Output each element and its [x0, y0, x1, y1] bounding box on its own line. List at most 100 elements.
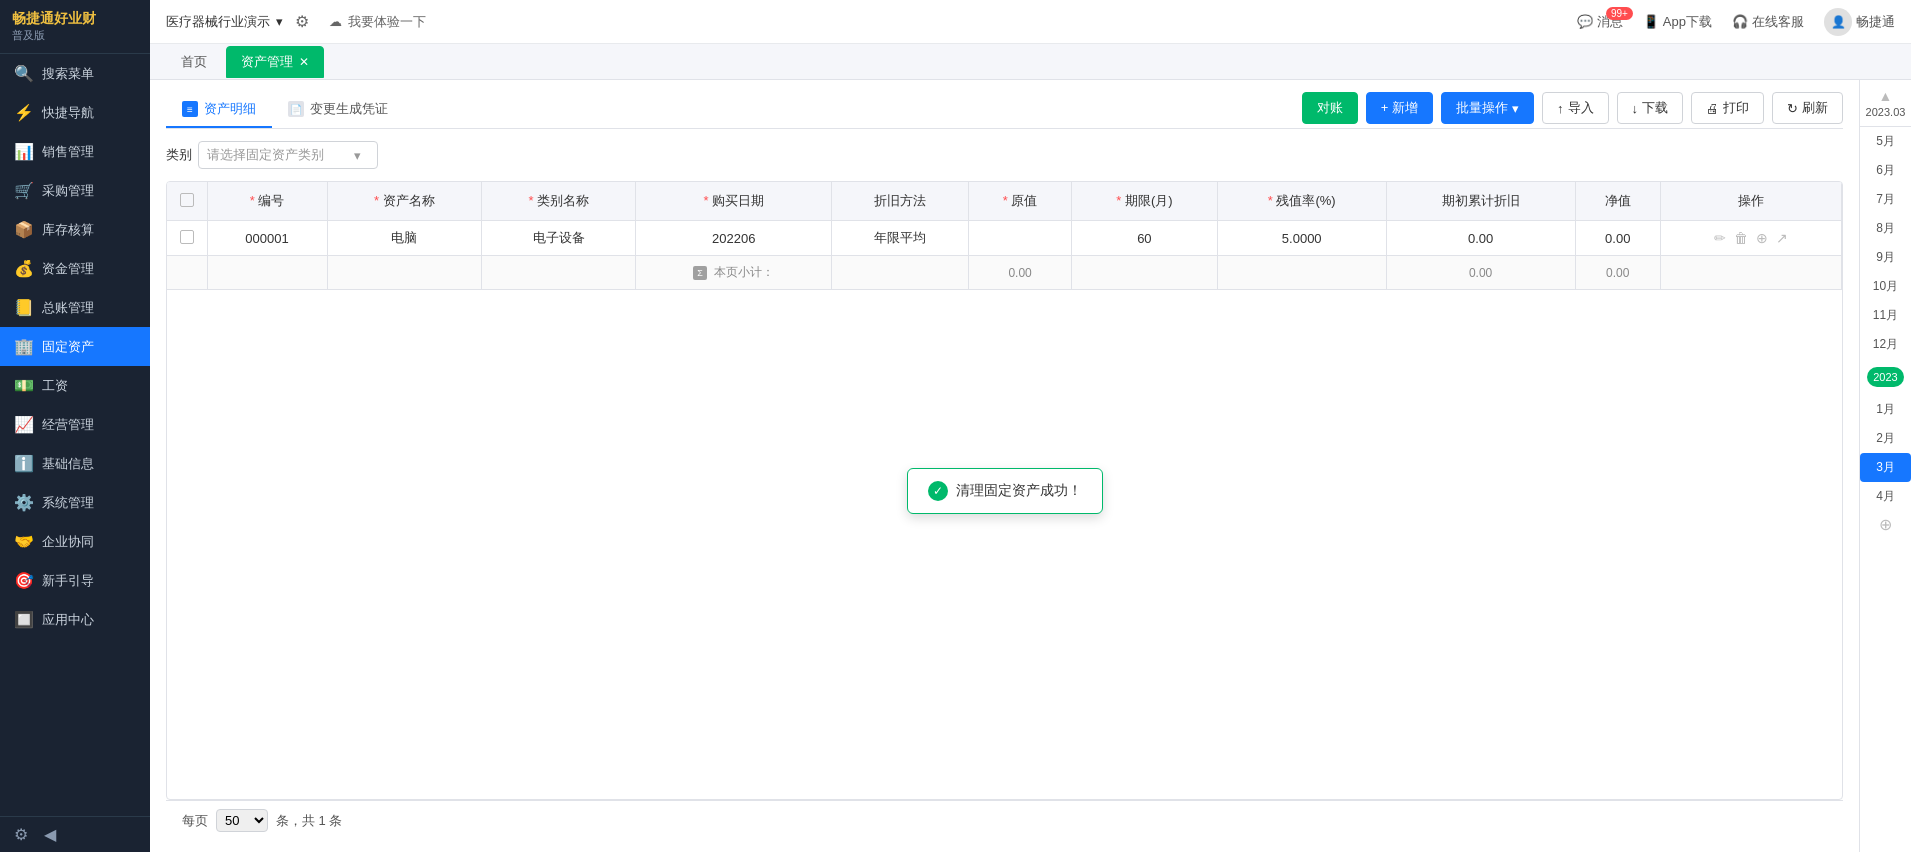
- sidebar-item-finance[interactable]: 💰 资金管理: [0, 249, 150, 288]
- sidebar-item-label: 搜索菜单: [42, 65, 94, 83]
- sub-tab-asset-detail-label: 资产明细: [204, 100, 256, 118]
- print-button[interactable]: 🖨 打印: [1691, 92, 1764, 124]
- tab-asset-management[interactable]: 资产管理 ✕: [226, 46, 324, 78]
- sales-icon: 📊: [14, 142, 34, 161]
- add-button[interactable]: + 新增: [1366, 92, 1433, 124]
- sidebar-item-quicknav[interactable]: ⚡ 快捷导航: [0, 93, 150, 132]
- tab-home-label: 首页: [181, 54, 207, 69]
- topbar-right: 💬 消息 99+ 📱 App下载 🎧 在线客服 👤 畅捷通: [1577, 8, 1895, 36]
- category-filter: 类别 请选择固定资产类别 ▾: [166, 141, 378, 169]
- calendar-month-2[interactable]: 2月: [1860, 424, 1911, 453]
- calendar-month-1[interactable]: 1月: [1860, 395, 1911, 424]
- sidebar-item-purchase[interactable]: 🛒 采购管理: [0, 171, 150, 210]
- sub-tab-change-voucher[interactable]: 📄 变更生成凭证: [272, 92, 404, 128]
- sidebar-item-label: 工资: [42, 377, 68, 395]
- calendar-month-8[interactable]: 8月: [1860, 214, 1911, 243]
- per-page-select[interactable]: 50 10 20 100: [216, 809, 268, 832]
- user-name: 畅捷通: [1856, 13, 1895, 31]
- collapse-icon[interactable]: ◀: [44, 825, 56, 844]
- calendar-up-arrow[interactable]: ▲: [1879, 88, 1893, 104]
- sub-tab-asset-detail[interactable]: ≡ 资产明细: [166, 92, 272, 128]
- row-opening-depreciation: 0.00: [1386, 221, 1575, 256]
- message-button[interactable]: 💬 消息 99+: [1577, 13, 1623, 31]
- calendar-month-5[interactable]: 5月: [1860, 127, 1911, 156]
- subtotal-original-value: 0.00: [969, 256, 1072, 290]
- header-checkbox: [167, 182, 207, 221]
- calendar-expand-icon[interactable]: ⊕: [1875, 511, 1896, 538]
- more-icon[interactable]: ↗: [1776, 230, 1788, 246]
- row-name: 电脑: [327, 221, 481, 256]
- download-button[interactable]: ↓ 下载: [1617, 92, 1684, 124]
- content-area: ≡ 资产明细 📄 变更生成凭证 对账 + 新增 批量操作 ▾: [150, 80, 1911, 852]
- filter-dropdown-icon: ▾: [354, 148, 361, 163]
- tab-close-icon[interactable]: ✕: [299, 55, 309, 69]
- sidebar-item-inventory[interactable]: 📦 库存核算: [0, 210, 150, 249]
- download-label: 下载: [1642, 99, 1668, 117]
- app-download-label: App下载: [1663, 13, 1712, 31]
- download-icon: 📱: [1643, 14, 1659, 29]
- delete-icon[interactable]: 🗑: [1734, 230, 1748, 246]
- row-checkbox[interactable]: [180, 230, 194, 244]
- sidebar-item-enterprise[interactable]: 🤝 企业协同: [0, 522, 150, 561]
- sidebar-item-guide[interactable]: 🎯 新手引导: [0, 561, 150, 600]
- sidebar-item-sales[interactable]: 📊 销售管理: [0, 132, 150, 171]
- batch-button[interactable]: 批量操作 ▾: [1441, 92, 1534, 124]
- calendar-month-9[interactable]: 9月: [1860, 243, 1911, 272]
- company-selector[interactable]: 医疗器械行业演示 ▾: [166, 13, 283, 31]
- settings-button[interactable]: ⚙: [295, 12, 309, 31]
- category-select[interactable]: 请选择固定资产类别 ▾: [198, 141, 378, 169]
- add-label: + 新增: [1381, 99, 1418, 117]
- experience-label: 我要体验一下: [348, 13, 426, 31]
- row-net-value: 0.00: [1575, 221, 1660, 256]
- calendar-month-12[interactable]: 12月: [1860, 330, 1911, 359]
- calendar-year-badge[interactable]: 2023: [1867, 367, 1903, 387]
- sidebar-item-system[interactable]: ⚙️ 系统管理: [0, 483, 150, 522]
- subtotal-icon: Σ: [693, 266, 707, 280]
- import-button[interactable]: ↑ 导入: [1542, 92, 1609, 124]
- header-net-value: 净值: [1575, 182, 1660, 221]
- header-code: * 编号: [207, 182, 327, 221]
- sidebar-item-fixed-assets[interactable]: 🏢 固定资产: [0, 327, 150, 366]
- calendar-month-11[interactable]: 11月: [1860, 301, 1911, 330]
- per-page-label: 每页: [182, 812, 208, 830]
- row-action: ✏ 🗑 ⊕ ↗: [1660, 221, 1841, 256]
- import-icon: ↑: [1557, 101, 1564, 116]
- select-all-checkbox[interactable]: [180, 193, 194, 207]
- sidebar-item-search[interactable]: 🔍 搜索菜单: [0, 54, 150, 93]
- app-download-button[interactable]: 📱 App下载: [1643, 13, 1712, 31]
- base-info-icon: ℹ️: [14, 454, 34, 473]
- fixed-assets-icon: 🏢: [14, 337, 34, 356]
- sidebar-item-label: 资金管理: [42, 260, 94, 278]
- match-label: 对账: [1317, 99, 1343, 117]
- settings-icon[interactable]: ⚙: [14, 825, 28, 844]
- calendar-month-3-current[interactable]: 3月: [1860, 453, 1911, 482]
- finance-icon: 💰: [14, 259, 34, 278]
- sidebar-item-app-center[interactable]: 🔲 应用中心: [0, 600, 150, 639]
- header-purchase-date: * 购买日期: [636, 182, 832, 221]
- header-residual-rate: * 残值率(%): [1217, 182, 1386, 221]
- online-service-button[interactable]: 🎧 在线客服: [1732, 13, 1804, 31]
- filter-label: 类别: [166, 146, 192, 164]
- sidebar-item-base-info[interactable]: ℹ️ 基础信息: [0, 444, 150, 483]
- calendar-month-10[interactable]: 10月: [1860, 272, 1911, 301]
- copy-icon[interactable]: ⊕: [1756, 230, 1768, 246]
- calendar-month-6[interactable]: 6月: [1860, 156, 1911, 185]
- user-menu[interactable]: 👤 畅捷通: [1824, 8, 1895, 36]
- change-voucher-icon: 📄: [288, 101, 304, 117]
- edit-icon[interactable]: ✏: [1714, 230, 1726, 246]
- match-button[interactable]: 对账: [1302, 92, 1358, 124]
- sidebar-item-ledger[interactable]: 📒 总账管理: [0, 288, 150, 327]
- quicknav-icon: ⚡: [14, 103, 34, 122]
- print-label: 打印: [1723, 99, 1749, 117]
- sidebar-item-management[interactable]: 📈 经营管理: [0, 405, 150, 444]
- sidebar-item-salary[interactable]: 💵 工资: [0, 366, 150, 405]
- subtotal-net-value: 0.00: [1575, 256, 1660, 290]
- calendar-month-7[interactable]: 7月: [1860, 185, 1911, 214]
- company-dropdown-icon: ▾: [276, 14, 283, 29]
- calendar-month-4[interactable]: 4月: [1860, 482, 1911, 511]
- refresh-button[interactable]: ↻ 刷新: [1772, 92, 1843, 124]
- tab-home[interactable]: 首页: [166, 46, 222, 78]
- row-purchase-date: 202206: [636, 221, 832, 256]
- experience-button[interactable]: ☁ 我要体验一下: [329, 13, 426, 31]
- calendar-header: ▲ 2023.03: [1860, 80, 1911, 127]
